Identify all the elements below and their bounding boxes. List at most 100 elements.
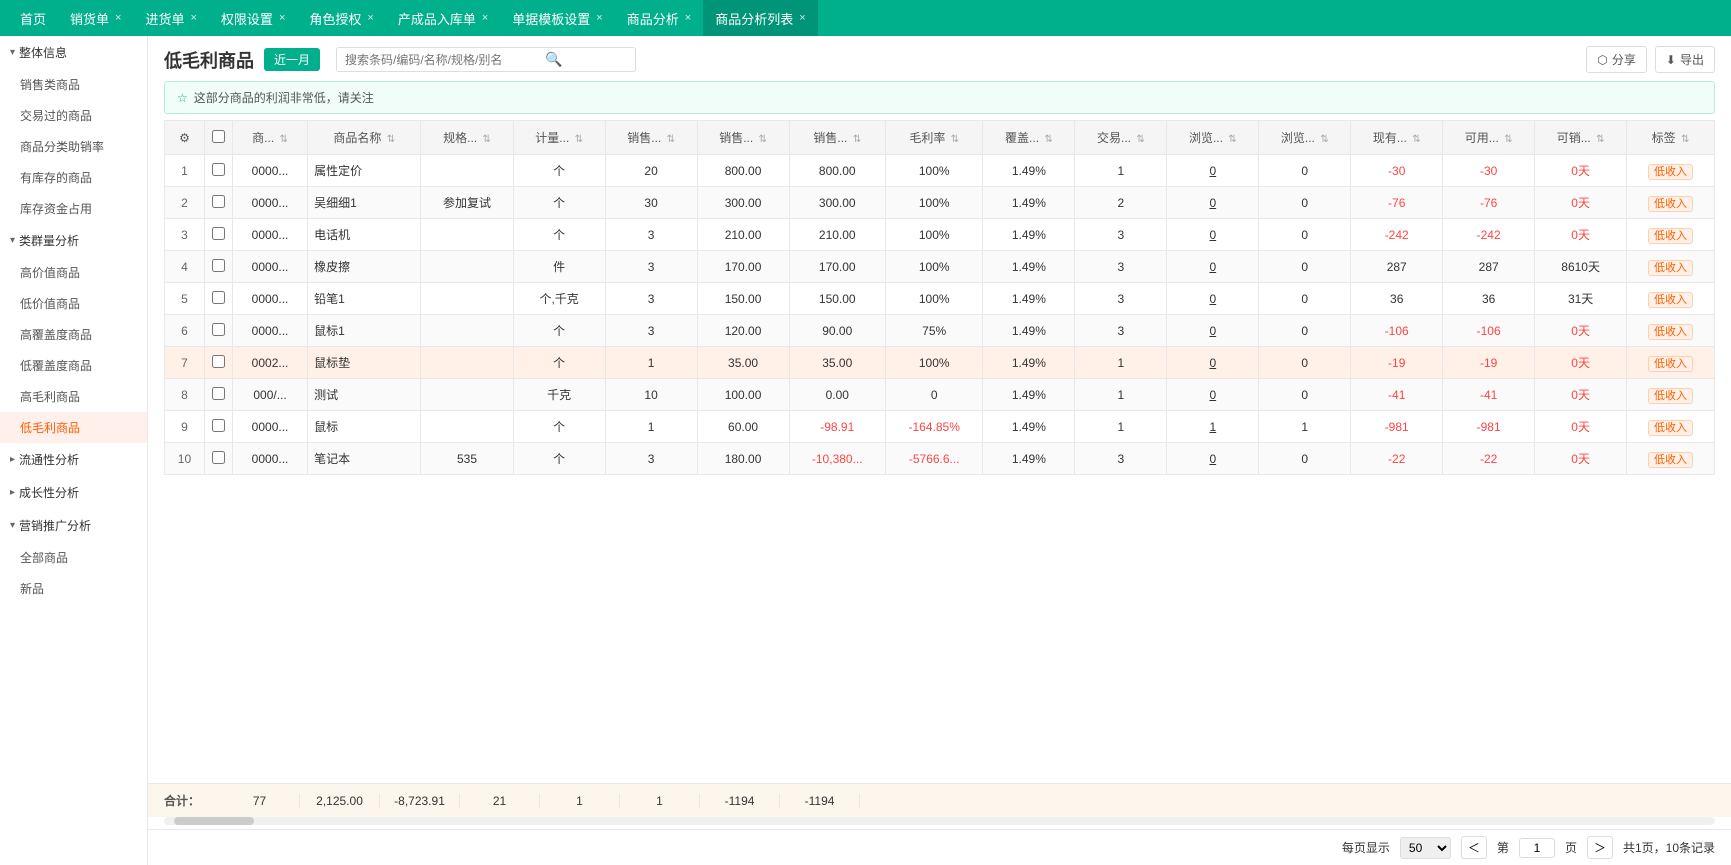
col-available[interactable]: 可用... ⇅ [1443, 121, 1535, 155]
search-icon[interactable]: 🔍 [545, 51, 562, 68]
nav-permissions[interactable]: 权限设置 × [209, 0, 297, 36]
row-name[interactable]: 电话机 [308, 219, 421, 251]
row-checkbox[interactable] [212, 259, 225, 272]
search-input[interactable] [345, 53, 545, 67]
row-views1[interactable]: 0 [1167, 251, 1259, 283]
col-checkbox[interactable] [204, 121, 232, 155]
row-views1[interactable]: 0 [1167, 283, 1259, 315]
nav-close-purchase[interactable]: × [190, 12, 196, 24]
sidebar-item-low-margin[interactable]: 低毛利商品 [0, 412, 147, 443]
col-spec[interactable]: 规格... ⇅ [421, 121, 513, 155]
row-views1[interactable]: 0 [1167, 315, 1259, 347]
sidebar-item-high-value[interactable]: 高价值商品 [0, 257, 147, 288]
row-checkbox[interactable] [212, 195, 225, 208]
nav-product-analysis-list[interactable]: 商品分析列表 × [703, 0, 817, 36]
row-sales-qty: 3 [605, 315, 697, 347]
nav-close-product-analysis-list[interactable]: × [799, 12, 805, 24]
row-checkbox-cell [204, 315, 232, 347]
col-name[interactable]: 商品名称 ⇅ [308, 121, 421, 155]
nav-close-template[interactable]: × [596, 12, 602, 24]
row-views1[interactable]: 0 [1167, 379, 1259, 411]
row-checkbox[interactable] [212, 419, 225, 432]
sidebar-section-circulation[interactable]: ▸ 流通性分析 [0, 443, 147, 476]
row-name[interactable]: 属性定价 [308, 155, 421, 187]
row-checkbox[interactable] [212, 451, 225, 464]
col-tag[interactable]: 标签 ⇅ [1627, 121, 1715, 155]
sidebar-section-cluster[interactable]: ▾ 类群量分析 [0, 224, 147, 257]
row-name[interactable]: 橡皮擦 [308, 251, 421, 283]
sidebar-item-high-coverage[interactable]: 高覆盖度商品 [0, 319, 147, 350]
sidebar-item-low-value[interactable]: 低价值商品 [0, 288, 147, 319]
row-checkbox[interactable] [212, 323, 225, 336]
sidebar-item-traded-products[interactable]: 交易过的商品 [0, 100, 147, 131]
col-trade[interactable]: 交易... ⇅ [1075, 121, 1167, 155]
row-name[interactable]: 吴细细1 [308, 187, 421, 219]
col-code[interactable]: 商... ⇅ [232, 121, 307, 155]
nav-home[interactable]: 首页 [8, 0, 58, 36]
sidebar-item-sales-products[interactable]: 销售类商品 [0, 69, 147, 100]
row-name[interactable]: 鼠标垫 [308, 347, 421, 379]
col-gross-margin[interactable]: 毛利率 ⇅ [885, 121, 982, 155]
row-views1[interactable]: 0 [1167, 155, 1259, 187]
sidebar-section-growth[interactable]: ▸ 成长性分析 [0, 476, 147, 509]
row-name[interactable]: 铅笔1 [308, 283, 421, 315]
row-views1[interactable]: 1 [1167, 411, 1259, 443]
page-number-input[interactable] [1519, 838, 1555, 858]
nav-product-entry[interactable]: 产成品入库单 × [386, 0, 500, 36]
col-sales-price[interactable]: 销售... ⇅ [697, 121, 789, 155]
nav-roles[interactable]: 角色授权 × [297, 0, 385, 36]
scrollbar-thumb[interactable] [174, 817, 254, 825]
nav-close-roles[interactable]: × [367, 12, 373, 24]
sidebar-item-low-coverage[interactable]: 低覆盖度商品 [0, 350, 147, 381]
row-checkbox[interactable] [212, 227, 225, 240]
horizontal-scrollbar[interactable] [164, 817, 1715, 825]
sidebar-section-overall[interactable]: ▾ 整体信息 [0, 36, 147, 69]
export-button[interactable]: ⬇ 导出 [1655, 46, 1715, 73]
row-views1[interactable]: 0 [1167, 187, 1259, 219]
row-views1[interactable]: 0 [1167, 219, 1259, 251]
row-name[interactable]: 鼠标 [308, 411, 421, 443]
select-all-checkbox[interactable] [212, 130, 225, 143]
sidebar-item-new-products[interactable]: 新品 [0, 573, 147, 604]
col-views2[interactable]: 浏览... ⇅ [1259, 121, 1351, 155]
sidebar-item-stock-capital[interactable]: 库存资金占用 [0, 193, 147, 224]
nav-close-sales[interactable]: × [115, 12, 121, 24]
per-page-select[interactable]: 50 100 200 [1400, 837, 1451, 859]
col-coverage[interactable]: 覆盖... ⇅ [983, 121, 1075, 155]
share-button[interactable]: ⬡ 分享 [1586, 46, 1647, 73]
row-checkbox[interactable] [212, 387, 225, 400]
prev-page-button[interactable]: ＜ [1461, 836, 1487, 859]
row-name[interactable]: 鼠标1 [308, 315, 421, 347]
nav-product-analysis[interactable]: 商品分析 × [615, 0, 703, 36]
sidebar-item-stock-products[interactable]: 有库存的商品 [0, 162, 147, 193]
row-coverage: 1.49% [983, 411, 1075, 443]
col-unit[interactable]: 计量... ⇅ [513, 121, 605, 155]
time-filter-button[interactable]: 近一月 [264, 48, 320, 71]
col-views1[interactable]: 浏览... ⇅ [1167, 121, 1259, 155]
row-views1[interactable]: 0 [1167, 347, 1259, 379]
nav-template[interactable]: 单据模板设置 × [500, 0, 614, 36]
row-checkbox[interactable] [212, 355, 225, 368]
nav-purchase[interactable]: 进货单 × [133, 0, 208, 36]
sidebar-section-marketing[interactable]: ▾ 营销推广分析 [0, 509, 147, 542]
col-current-stock[interactable]: 现有... ⇅ [1351, 121, 1443, 155]
col-sales-qty[interactable]: 销售... ⇅ [605, 121, 697, 155]
row-name[interactable]: 笔记本 [308, 443, 421, 475]
col-settings[interactable]: ⚙ [165, 121, 205, 155]
nav-close-permissions[interactable]: × [279, 12, 285, 24]
next-page-button[interactable]: ＞ [1587, 836, 1613, 859]
nav-close-product-entry[interactable]: × [482, 12, 488, 24]
row-views1[interactable]: 0 [1167, 443, 1259, 475]
row-available: -981 [1443, 411, 1535, 443]
sidebar-item-high-margin[interactable]: 高毛利商品 [0, 381, 147, 412]
row-checkbox[interactable] [212, 163, 225, 176]
col-sales-profit[interactable]: 销售... ⇅ [789, 121, 885, 155]
nav-sales[interactable]: 销货单 × [58, 0, 133, 36]
col-sellable[interactable]: 可销... ⇅ [1535, 121, 1627, 155]
sidebar-item-all-products[interactable]: 全部商品 [0, 542, 147, 573]
row-checkbox[interactable] [212, 291, 225, 304]
sidebar-item-category-rate[interactable]: 商品分类助销率 [0, 131, 147, 162]
nav-close-product-analysis[interactable]: × [685, 12, 691, 24]
row-gross-margin: 0 [885, 379, 982, 411]
row-name[interactable]: 测试 [308, 379, 421, 411]
